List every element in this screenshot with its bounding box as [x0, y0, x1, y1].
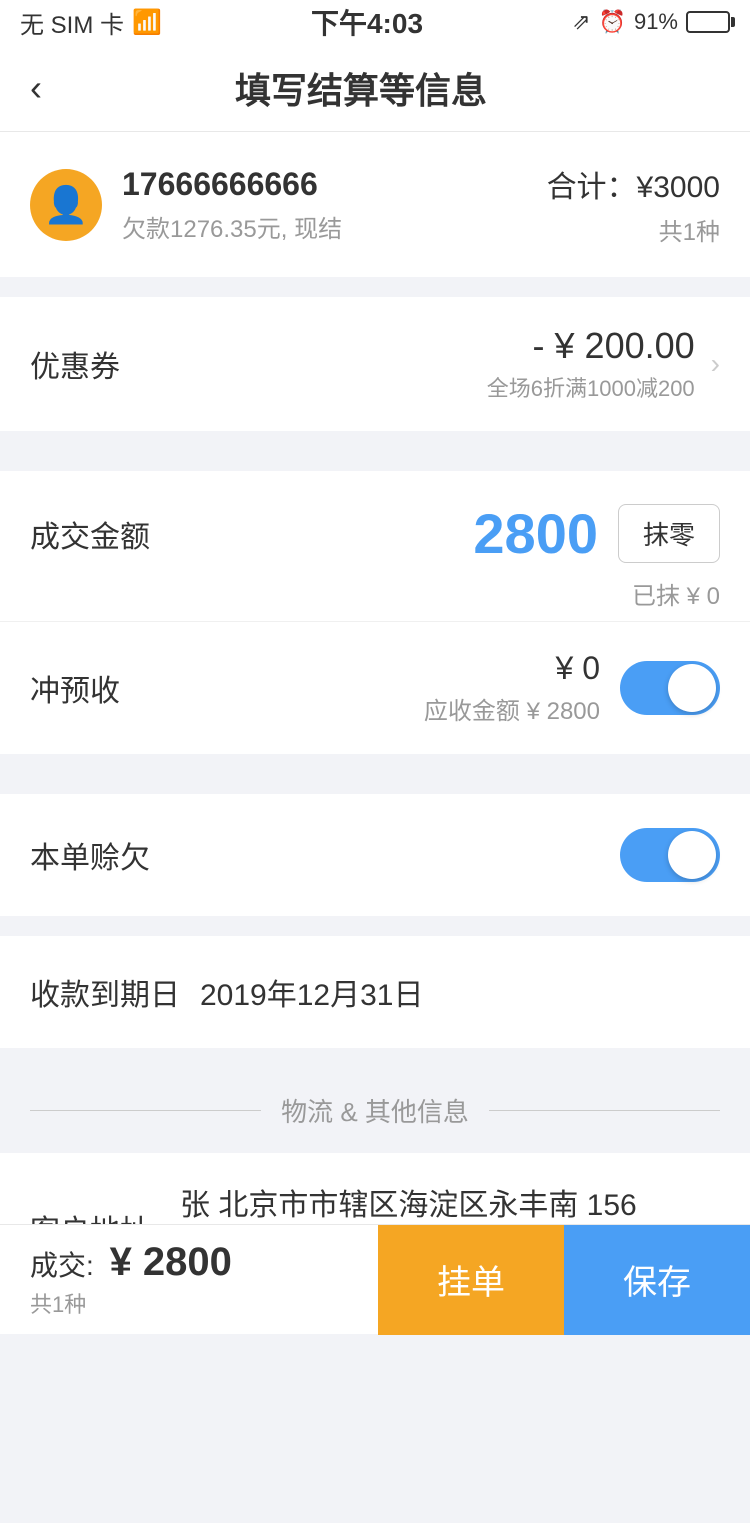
coupon-label: 优惠券	[30, 342, 120, 386]
coupon-right: - ¥ 200.00 全场6折满1000减200	[487, 325, 695, 403]
total-amount: 合计：¥3000	[547, 162, 720, 206]
status-time: 下午4:03	[311, 2, 423, 42]
avatar: 👤	[30, 169, 102, 241]
battery-icon	[686, 11, 730, 33]
debt-row: 本单赊欠	[0, 794, 750, 916]
page-title: 填写结算等信息	[62, 62, 660, 114]
wifi-icon: 📶	[132, 8, 162, 37]
prepaid-row: 冲预收 ¥ 0 应收金额 ¥ 2800	[0, 621, 750, 754]
coupon-amount: - ¥ 200.00	[487, 325, 695, 367]
coupon-desc: 全场6折满1000减200	[487, 371, 695, 403]
toggle-knob	[668, 664, 716, 712]
divider-line-left	[30, 1110, 261, 1111]
bottom-bar: 成交: ¥ 2800 共1种 挂单 保存	[0, 1224, 750, 1334]
save-button[interactable]: 保存	[564, 1225, 750, 1335]
debt-label: 本单赊欠	[30, 833, 620, 877]
customer-total: 合计：¥3000 共1种	[547, 162, 720, 247]
bottom-deal-text: 成交:	[30, 1250, 94, 1281]
prepaid-label: 冲预收	[30, 666, 120, 710]
deal-amount-row: 成交金额 2800 抹零	[0, 471, 750, 576]
prepaid-toggle[interactable]	[620, 661, 720, 715]
status-right: ⇗ ⏰ 91%	[572, 9, 730, 35]
due-date-value: 2019年12月31日	[200, 970, 423, 1014]
back-button[interactable]: ‹	[30, 57, 62, 119]
divider-line-right	[489, 1110, 720, 1111]
customer-sub: 欠款1276.35元, 现结	[122, 209, 547, 244]
debt-toggle-knob	[668, 831, 716, 879]
prepaid-right: ¥ 0 应收金额 ¥ 2800	[424, 650, 600, 726]
logistics-section-divider: 物流 & 其他信息	[0, 1068, 750, 1153]
total-sub: 共1种	[547, 212, 720, 247]
sim-status: 无 SIM 卡	[20, 5, 124, 40]
gray-divider-2	[0, 774, 750, 794]
bottom-deal-label: 成交: ¥ 2800	[30, 1240, 348, 1285]
customer-details: 17666666666 欠款1276.35元, 现结	[122, 166, 547, 244]
deal-amount-label: 成交金额	[30, 512, 150, 556]
prepaid-sub: 应收金额 ¥ 2800	[424, 691, 600, 726]
deal-amount-value: 2800	[150, 501, 598, 566]
debt-toggle[interactable]	[620, 828, 720, 882]
deal-sub: 已抹 ¥ 0	[0, 576, 750, 621]
alarm-icon: ⏰	[599, 9, 626, 35]
nav-bar: ‹ 填写结算等信息	[0, 44, 750, 132]
location-icon: ⇗	[572, 9, 590, 35]
bottom-deal-amount: ¥ 2800	[110, 1240, 232, 1284]
battery-percent: 91%	[634, 9, 678, 35]
gray-divider-1	[0, 451, 750, 471]
avatar-icon: 👤	[44, 184, 89, 226]
round-zero-button[interactable]: 抹零	[618, 504, 720, 563]
bottom-sub: 共1种	[30, 1287, 348, 1319]
customer-phone: 17666666666	[122, 166, 547, 203]
status-left: 无 SIM 卡 📶	[20, 5, 162, 40]
due-date-label: 收款到期日	[30, 970, 180, 1014]
deal-amount-section: 成交金额 2800 抹零 已抹 ¥ 0 冲预收 ¥ 0 应收金额 ¥ 2800	[0, 471, 750, 754]
due-date-row: 收款到期日 2019年12月31日	[0, 936, 750, 1048]
coupon-arrow-icon: ›	[711, 348, 720, 380]
hang-order-button[interactable]: 挂单	[378, 1225, 564, 1335]
logistics-section-label: 物流 & 其他信息	[281, 1092, 469, 1129]
customer-info-card: 👤 17666666666 欠款1276.35元, 现结 合计：¥3000 共1…	[0, 132, 750, 277]
coupon-row[interactable]: 优惠券 - ¥ 200.00 全场6折满1000减200 ›	[0, 297, 750, 431]
bottom-info: 成交: ¥ 2800 共1种	[0, 1240, 378, 1319]
empty-space	[0, 1323, 750, 1523]
status-bar: 无 SIM 卡 📶 下午4:03 ⇗ ⏰ 91%	[0, 0, 750, 44]
prepaid-amount: ¥ 0	[424, 650, 600, 687]
